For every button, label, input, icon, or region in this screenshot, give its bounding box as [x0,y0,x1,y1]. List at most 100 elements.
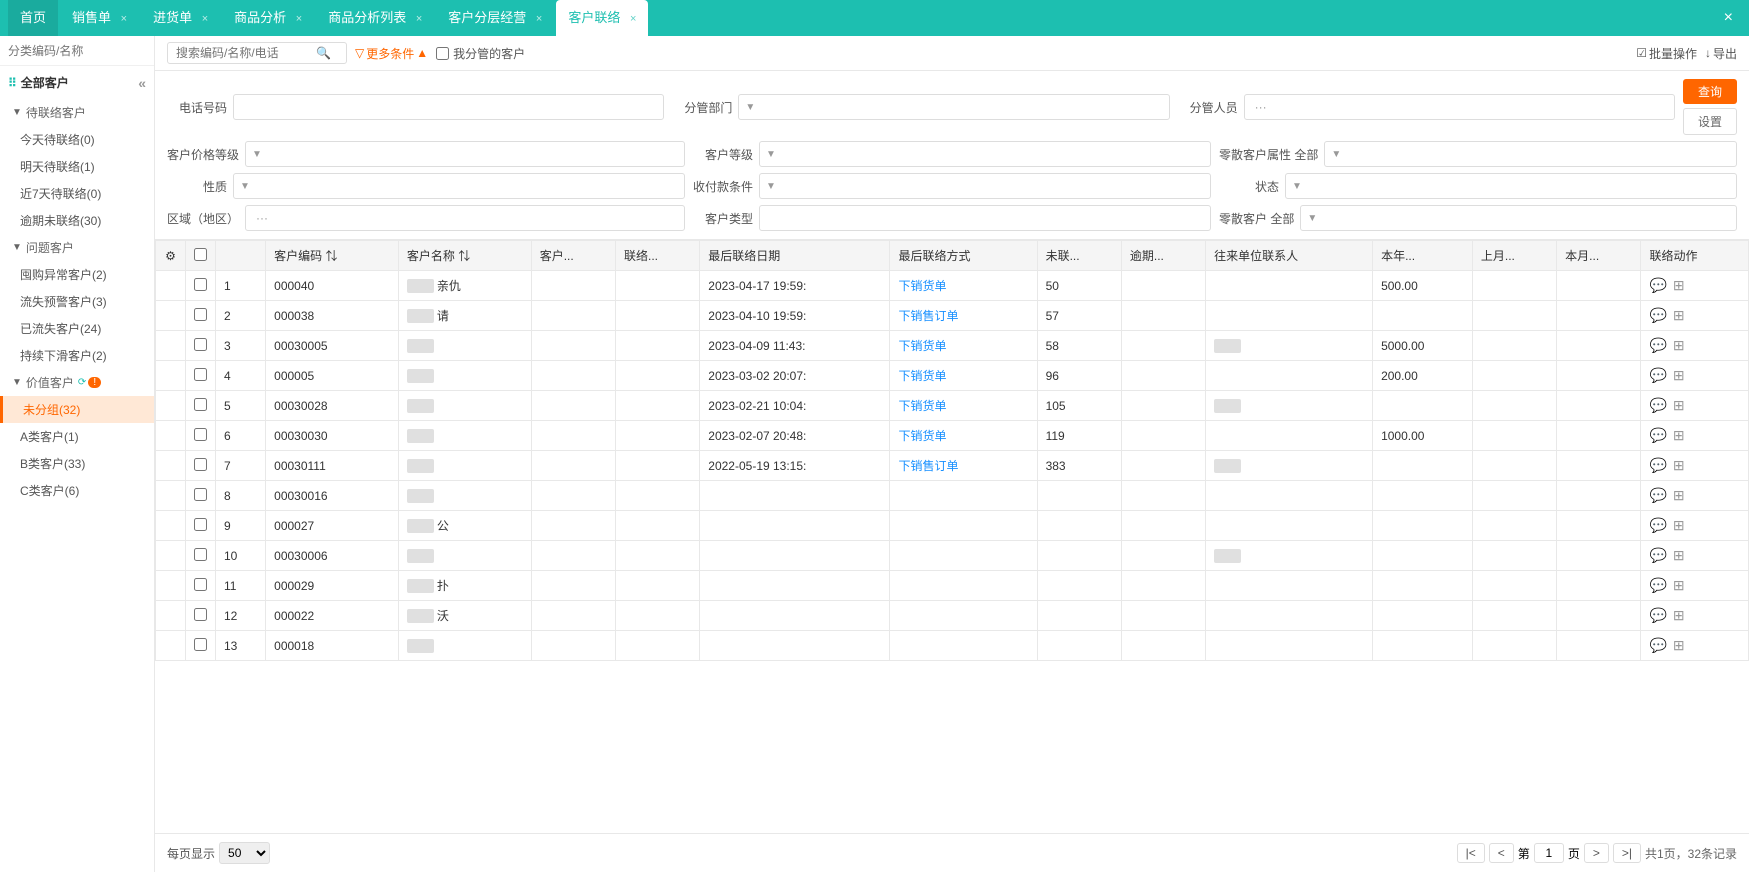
cell-last-method[interactable] [890,571,1037,601]
nav-home[interactable]: 首页 [8,0,58,36]
select-all-checkbox[interactable] [194,248,207,261]
sidebar-item-today[interactable]: 今天待联络(0) [0,126,154,153]
chat-icon[interactable]: 💬 [1649,397,1666,414]
filter-status-input[interactable]: ▼ [1285,173,1737,199]
cell-last-method[interactable] [890,481,1037,511]
grid-action-icon[interactable]: ⊞ [1673,487,1685,504]
th-overdue[interactable]: 逾期... [1121,241,1205,271]
grid-action-icon[interactable]: ⊞ [1673,457,1685,474]
page-number-input[interactable] [1534,843,1564,863]
cell-check[interactable] [186,271,216,301]
query-button[interactable]: 查询 [1683,79,1737,104]
my-customers-filter[interactable]: 我分管的客户 [436,45,525,62]
cell-last-method[interactable]: 下销货单 [890,421,1037,451]
next-page-button[interactable]: > [1584,843,1609,863]
chat-icon[interactable]: 💬 [1649,337,1666,354]
last-method-link[interactable]: 下销货单 [898,339,946,353]
filter-manager-input[interactable]: ··· [1244,94,1675,120]
cell-check[interactable] [186,631,216,661]
th-contact[interactable]: 联络... [615,241,699,271]
nav-purchase[interactable]: 进货单 × [141,0,220,36]
cell-last-method[interactable] [890,511,1037,541]
filter-price-tier-input[interactable]: ▼ [245,141,685,167]
per-page-select[interactable]: 50 100 200 [219,842,270,864]
close-sales-icon[interactable]: × [121,13,127,25]
cell-check[interactable] [186,571,216,601]
th-contacts[interactable]: 往来单位联系人 [1206,241,1373,271]
row-checkbox[interactable] [194,278,207,291]
refresh-icon[interactable]: ⟳ [78,377,86,388]
cell-check[interactable] [186,361,216,391]
last-page-button[interactable]: >| [1613,843,1641,863]
th-not-contacted[interactable]: 未联... [1037,241,1121,271]
th-type[interactable]: 客户... [531,241,615,271]
row-checkbox[interactable] [194,458,207,471]
prev-page-button[interactable]: < [1489,843,1514,863]
cell-last-method[interactable]: 下销货单 [890,271,1037,301]
chat-icon[interactable]: 💬 [1649,517,1666,534]
filter-search-input[interactable] [176,46,316,60]
last-method-link[interactable]: 下销货单 [898,279,946,293]
sidebar-item-churned[interactable]: 已流失客户(24) [0,315,154,342]
th-settings[interactable]: ⚙ [156,241,186,271]
chat-icon[interactable]: 💬 [1649,277,1666,294]
th-this-year[interactable]: 本年... [1373,241,1473,271]
chat-icon[interactable]: 💬 [1649,637,1666,654]
grid-action-icon[interactable]: ⊞ [1673,277,1685,294]
my-customers-checkbox[interactable] [436,47,449,60]
cell-check[interactable] [186,331,216,361]
sidebar-item-overdue[interactable]: 逾期未联络(30) [0,207,154,234]
cell-last-method[interactable]: 下销售订单 [890,301,1037,331]
row-checkbox[interactable] [194,368,207,381]
chat-icon[interactable]: 💬 [1649,607,1666,624]
chat-icon[interactable]: 💬 [1649,577,1666,594]
filter-nature-input[interactable]: ▼ [233,173,685,199]
row-checkbox[interactable] [194,488,207,501]
sidebar-item-type-b[interactable]: B类客户(33) [0,450,154,477]
grid-action-icon[interactable]: ⊞ [1673,307,1685,324]
filter-scatter-attr-input[interactable]: ▼ [1324,141,1737,167]
sidebar-item-declining[interactable]: 持续下滑客户(2) [0,342,154,369]
nav-sales[interactable]: 销售单 × [60,0,139,36]
cell-check[interactable] [186,391,216,421]
th-check[interactable] [186,241,216,271]
cell-check[interactable] [186,511,216,541]
grid-action-icon[interactable]: ⊞ [1673,517,1685,534]
last-method-link[interactable]: 下销货单 [898,399,946,413]
chat-icon[interactable]: 💬 [1649,547,1666,564]
filter-dept-input[interactable]: ▼ [738,94,1169,120]
chat-icon[interactable]: 💬 [1649,307,1666,324]
filter-region-input[interactable]: ··· [245,205,685,231]
grid-action-icon[interactable]: ⊞ [1673,577,1685,594]
row-checkbox[interactable] [194,638,207,651]
sidebar-group-value[interactable]: ▼ 价值客户 ⟳ ! [0,369,154,396]
sidebar-group-waiting[interactable]: ▼ 待联络客户 [0,99,154,126]
filter-search-icon[interactable]: 🔍 [316,46,331,60]
nav-analysis[interactable]: 商品分析 × [222,0,314,36]
cell-last-method[interactable]: 下销货单 [890,331,1037,361]
window-close-button[interactable]: × [1716,9,1741,27]
sidebar-item-type-c[interactable]: C类客户(6) [0,477,154,504]
row-checkbox[interactable] [194,548,207,561]
row-checkbox[interactable] [194,608,207,621]
grid-action-icon[interactable]: ⊞ [1673,607,1685,624]
chat-icon[interactable]: 💬 [1649,367,1666,384]
cell-last-method[interactable]: 下销货单 [890,361,1037,391]
collapse-icon[interactable]: « [138,75,146,91]
nav-customer-tier[interactable]: 客户分层经营 × [436,0,554,36]
sidebar-item-7days[interactable]: 近7天待联络(0) [0,180,154,207]
grid-action-icon[interactable]: ⊞ [1673,427,1685,444]
last-method-link[interactable]: 下销售订单 [898,309,958,323]
sidebar-item-churn-warn[interactable]: 流失预警客户(3) [0,288,154,315]
nav-customer-contact[interactable]: 客户联络 × [556,0,648,36]
th-this-month[interactable]: 本月... [1557,241,1641,271]
last-method-link[interactable]: 下销售订单 [898,459,958,473]
last-method-link[interactable]: 下销货单 [898,369,946,383]
close-analysis-list-icon[interactable]: × [416,13,422,25]
th-last-month[interactable]: 上月... [1472,241,1556,271]
filter-customer-type-input[interactable] [759,205,1211,231]
grid-action-icon[interactable]: ⊞ [1673,637,1685,654]
th-code[interactable]: 客户编码 ⇅ [266,241,399,271]
sidebar-group-problem[interactable]: ▼ 问题客户 [0,234,154,261]
chat-icon[interactable]: 💬 [1649,427,1666,444]
